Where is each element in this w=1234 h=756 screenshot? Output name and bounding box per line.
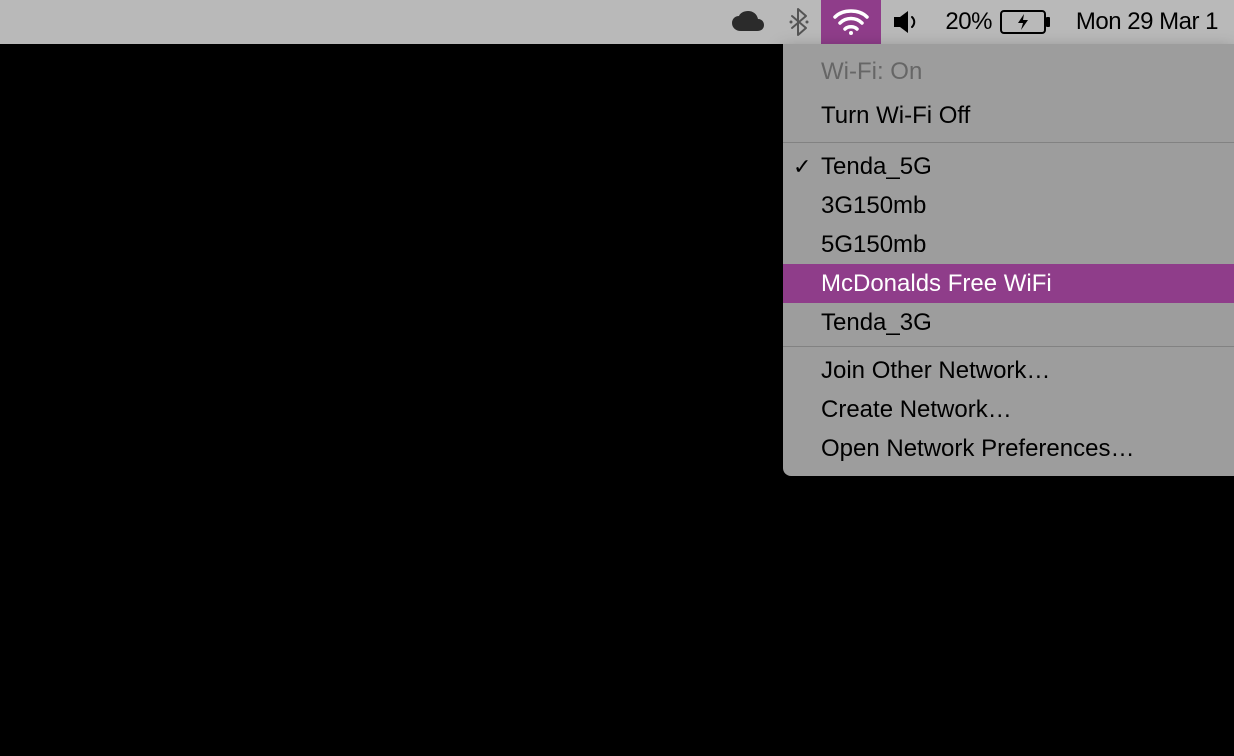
wifi-toggle-label: Turn Wi-Fi Off bbox=[821, 102, 970, 130]
network-preferences-label: Open Network Preferences… bbox=[821, 435, 1134, 463]
wifi-network-label: Tenda_3G bbox=[821, 309, 932, 337]
menubar: 20% Mon 29 Mar 1 bbox=[0, 0, 1234, 44]
network-preferences-row[interactable]: Open Network Preferences… bbox=[783, 429, 1234, 468]
clock-label: Mon 29 Mar 1 bbox=[1076, 8, 1222, 36]
battery-status[interactable]: 20% bbox=[933, 0, 1064, 44]
volume-icon[interactable] bbox=[881, 0, 933, 44]
wifi-icon[interactable] bbox=[821, 0, 881, 44]
join-other-label: Join Other Network… bbox=[821, 357, 1050, 385]
join-other-network-row[interactable]: Join Other Network… bbox=[783, 351, 1234, 390]
wifi-network-row[interactable]: McDonalds Free WiFi bbox=[783, 264, 1234, 303]
wifi-status-row: Wi-Fi: On bbox=[783, 50, 1234, 94]
bluetooth-icon[interactable] bbox=[777, 0, 821, 44]
wifi-dropdown-menu: Wi-Fi: On Turn Wi-Fi Off ✓ Tenda_5G 3G15… bbox=[783, 44, 1234, 476]
wifi-network-row[interactable]: 5G150mb bbox=[783, 225, 1234, 264]
wifi-network-label: Tenda_5G bbox=[821, 153, 932, 181]
wifi-network-label: McDonalds Free WiFi bbox=[821, 270, 1052, 298]
cloud-status-icon[interactable] bbox=[719, 0, 777, 44]
wifi-network-row[interactable]: ✓ Tenda_5G bbox=[783, 147, 1234, 186]
wifi-network-row[interactable]: Tenda_3G bbox=[783, 303, 1234, 342]
wifi-network-label: 3G150mb bbox=[821, 192, 926, 220]
battery-percent-label: 20% bbox=[945, 8, 992, 36]
wifi-network-label: 5G150mb bbox=[821, 231, 926, 259]
menu-separator bbox=[783, 346, 1234, 347]
create-network-row[interactable]: Create Network… bbox=[783, 390, 1234, 429]
wifi-toggle-row[interactable]: Turn Wi-Fi Off bbox=[783, 94, 1234, 138]
checkmark-icon: ✓ bbox=[793, 154, 811, 180]
clock[interactable]: Mon 29 Mar 1 bbox=[1064, 0, 1234, 44]
menu-separator bbox=[783, 142, 1234, 143]
create-network-label: Create Network… bbox=[821, 396, 1012, 424]
wifi-status-label: Wi-Fi: On bbox=[821, 58, 922, 86]
wifi-network-row[interactable]: 3G150mb bbox=[783, 186, 1234, 225]
